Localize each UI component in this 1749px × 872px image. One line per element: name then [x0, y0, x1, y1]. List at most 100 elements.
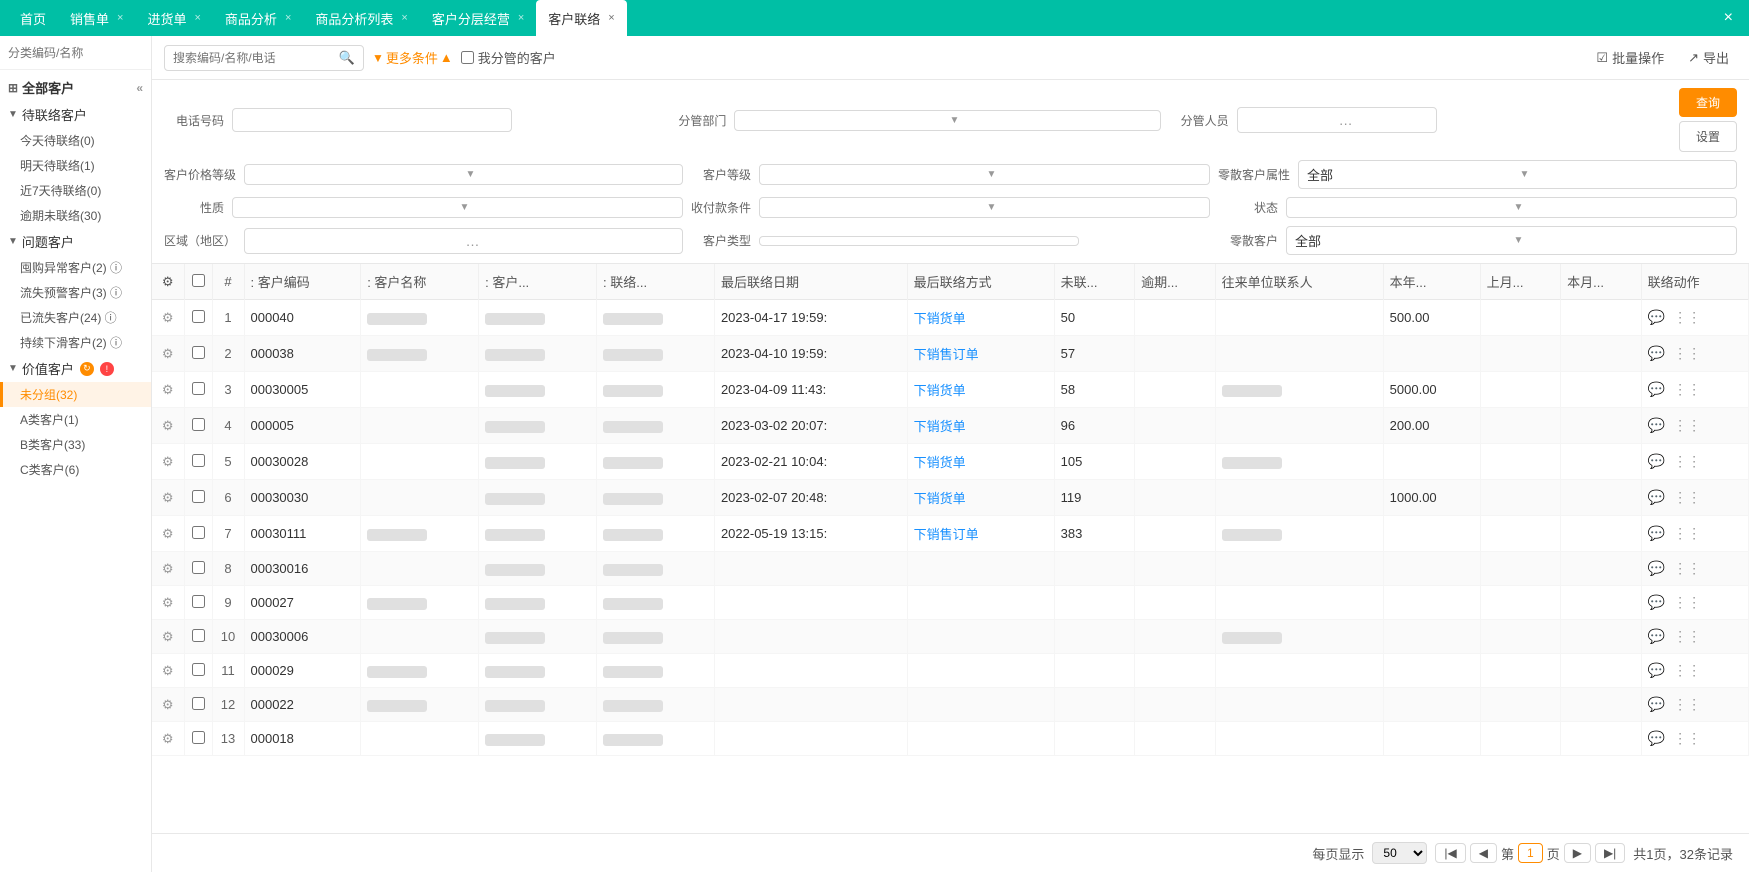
close-icon[interactable]: ×	[608, 12, 614, 24]
row-settings[interactable]: ⚙	[152, 336, 184, 372]
row-checkbox[interactable]	[192, 382, 205, 395]
settings-icon[interactable]: ⚙	[162, 629, 174, 644]
reset-button[interactable]: 设置	[1679, 121, 1737, 152]
chat-icon[interactable]: 💬	[1648, 525, 1665, 542]
last-contact-method[interactable]	[907, 688, 1054, 722]
row-checkbox[interactable]	[192, 526, 205, 539]
settings-icon[interactable]: ⚙	[162, 561, 174, 576]
more-action-icon[interactable]: ⋮⋮	[1673, 345, 1701, 362]
chat-icon[interactable]: 💬	[1648, 309, 1665, 326]
prev-page-btn[interactable]: ◀	[1470, 843, 1497, 863]
th-unlisted[interactable]: 未联...	[1054, 264, 1135, 300]
my-customers-check[interactable]	[461, 51, 474, 64]
sidebar-item-churn-warning[interactable]: 流失预警客户(3) ⓘ	[0, 280, 151, 305]
export-btn[interactable]: ↗ 导出	[1680, 44, 1737, 71]
row-settings[interactable]: ⚙	[152, 516, 184, 552]
row-settings[interactable]: ⚙	[152, 586, 184, 620]
manager-select[interactable]: …	[1237, 107, 1437, 133]
chat-icon[interactable]: 💬	[1648, 489, 1665, 506]
settings-icon[interactable]: ⚙	[162, 731, 174, 746]
next-page-btn[interactable]: ▶	[1564, 843, 1591, 863]
search-input[interactable]	[173, 51, 335, 65]
contact-method-link[interactable]: 下销货单	[914, 491, 966, 506]
row-settings[interactable]: ⚙	[152, 552, 184, 586]
more-action-icon[interactable]: ⋮⋮	[1673, 417, 1701, 434]
last-contact-method[interactable]	[907, 552, 1054, 586]
row-checkbox[interactable]	[192, 629, 205, 642]
row-settings[interactable]: ⚙	[152, 300, 184, 336]
row-settings[interactable]: ⚙	[152, 688, 184, 722]
settings-icon[interactable]: ⚙	[162, 382, 174, 397]
row-checkbox[interactable]	[192, 697, 205, 710]
last-contact-method[interactable]	[907, 620, 1054, 654]
chat-icon[interactable]: 💬	[1648, 662, 1665, 679]
nav-tab-purchase[interactable]: 进货单 ×	[135, 0, 212, 36]
last-contact-method[interactable]: 下销货单	[907, 372, 1054, 408]
more-action-icon[interactable]: ⋮⋮	[1673, 309, 1701, 326]
row-settings[interactable]: ⚙	[152, 480, 184, 516]
more-icon[interactable]: …	[1339, 112, 1428, 128]
row-settings[interactable]: ⚙	[152, 620, 184, 654]
more-icon[interactable]: …	[466, 233, 675, 249]
settings-icon[interactable]: ⚙	[162, 595, 174, 610]
more-action-icon[interactable]: ⋮⋮	[1673, 453, 1701, 470]
settings-icon[interactable]: ⚙	[162, 490, 174, 505]
more-action-icon[interactable]: ⋮⋮	[1673, 628, 1701, 645]
settings-icon[interactable]: ⚙	[162, 454, 174, 469]
contact-method-link[interactable]: 下销货单	[914, 419, 966, 434]
last-contact-method[interactable]: 下销售订单	[907, 516, 1054, 552]
row-settings[interactable]: ⚙	[152, 722, 184, 756]
contact-method-link[interactable]: 下销货单	[914, 383, 966, 398]
collapse-icon[interactable]: «	[136, 81, 143, 95]
nature-select[interactable]: ▼	[232, 197, 683, 218]
sidebar-search-input[interactable]	[8, 46, 152, 60]
payment-select[interactable]: ▼	[759, 197, 1210, 218]
sidebar-item-overdue[interactable]: 逾期未联络(30)	[0, 203, 151, 228]
nav-home[interactable]: 首页	[8, 0, 58, 36]
sidebar-item-churned[interactable]: 已流失客户(24) ⓘ	[0, 305, 151, 330]
my-customers-checkbox[interactable]: 我分管的客户	[461, 48, 556, 67]
th-this-month[interactable]: 本月...	[1561, 264, 1642, 300]
row-settings[interactable]: ⚙	[152, 372, 184, 408]
area-select[interactable]: …	[244, 228, 683, 254]
retail-attr-select[interactable]: 全部 ▼	[1298, 160, 1737, 189]
first-page-btn[interactable]: |◀	[1435, 843, 1465, 863]
th-overdue[interactable]: 逾期...	[1135, 264, 1216, 300]
chat-icon[interactable]: 💬	[1648, 345, 1665, 362]
contact-method-link[interactable]: 下销货单	[914, 455, 966, 470]
close-icon[interactable]: ×	[401, 12, 407, 24]
last-contact-method[interactable]: 下销售订单	[907, 336, 1054, 372]
sidebar-item-class-c[interactable]: C类客户(6)	[0, 457, 151, 482]
contact-method-link[interactable]: 下销售订单	[914, 347, 979, 362]
sidebar-group-value[interactable]: ▼ 价值客户 ↻ !	[0, 355, 151, 382]
sidebar-group-pending[interactable]: ▼ 待联络客户	[0, 101, 151, 128]
chat-icon[interactable]: 💬	[1648, 594, 1665, 611]
customer-type-select[interactable]	[759, 236, 1079, 246]
chat-icon[interactable]: 💬	[1648, 381, 1665, 398]
more-conditions-toggle[interactable]: ▼ 更多条件 ▲	[372, 48, 453, 67]
th-last-contact-method[interactable]: 最后联络方式	[907, 264, 1054, 300]
sidebar-item-ungroup[interactable]: 未分组(32)	[0, 382, 151, 407]
close-icon[interactable]: ×	[194, 12, 200, 24]
nav-tab-product-analysis[interactable]: 商品分析 ×	[213, 0, 303, 36]
nav-tab-product-analysis-list[interactable]: 商品分析列表 ×	[303, 0, 419, 36]
th-settings[interactable]: ⚙	[152, 264, 184, 300]
row-checkbox[interactable]	[192, 346, 205, 359]
settings-icon[interactable]: ⚙	[162, 526, 174, 541]
sidebar-item-today[interactable]: 今天待联络(0)	[0, 128, 151, 153]
row-settings[interactable]: ⚙	[152, 408, 184, 444]
sidebar-item-class-a[interactable]: A类客户(1)	[0, 407, 151, 432]
more-action-icon[interactable]: ⋮⋮	[1673, 560, 1701, 577]
close-icon[interactable]: ×	[518, 12, 524, 24]
close-icon[interactable]: ×	[285, 12, 291, 24]
more-action-icon[interactable]: ⋮⋮	[1673, 662, 1701, 679]
chat-icon[interactable]: 💬	[1648, 730, 1665, 747]
sidebar-group-problem[interactable]: ▼ 问题客户	[0, 228, 151, 255]
window-close-button[interactable]: ×	[1716, 9, 1741, 27]
row-settings[interactable]: ⚙	[152, 654, 184, 688]
last-contact-method[interactable]: 下销货单	[907, 444, 1054, 480]
sidebar-item-class-b[interactable]: B类客户(33)	[0, 432, 151, 457]
settings-icon[interactable]: ⚙	[162, 697, 174, 712]
status-select[interactable]: ▼	[1286, 197, 1737, 218]
more-action-icon[interactable]: ⋮⋮	[1673, 696, 1701, 713]
